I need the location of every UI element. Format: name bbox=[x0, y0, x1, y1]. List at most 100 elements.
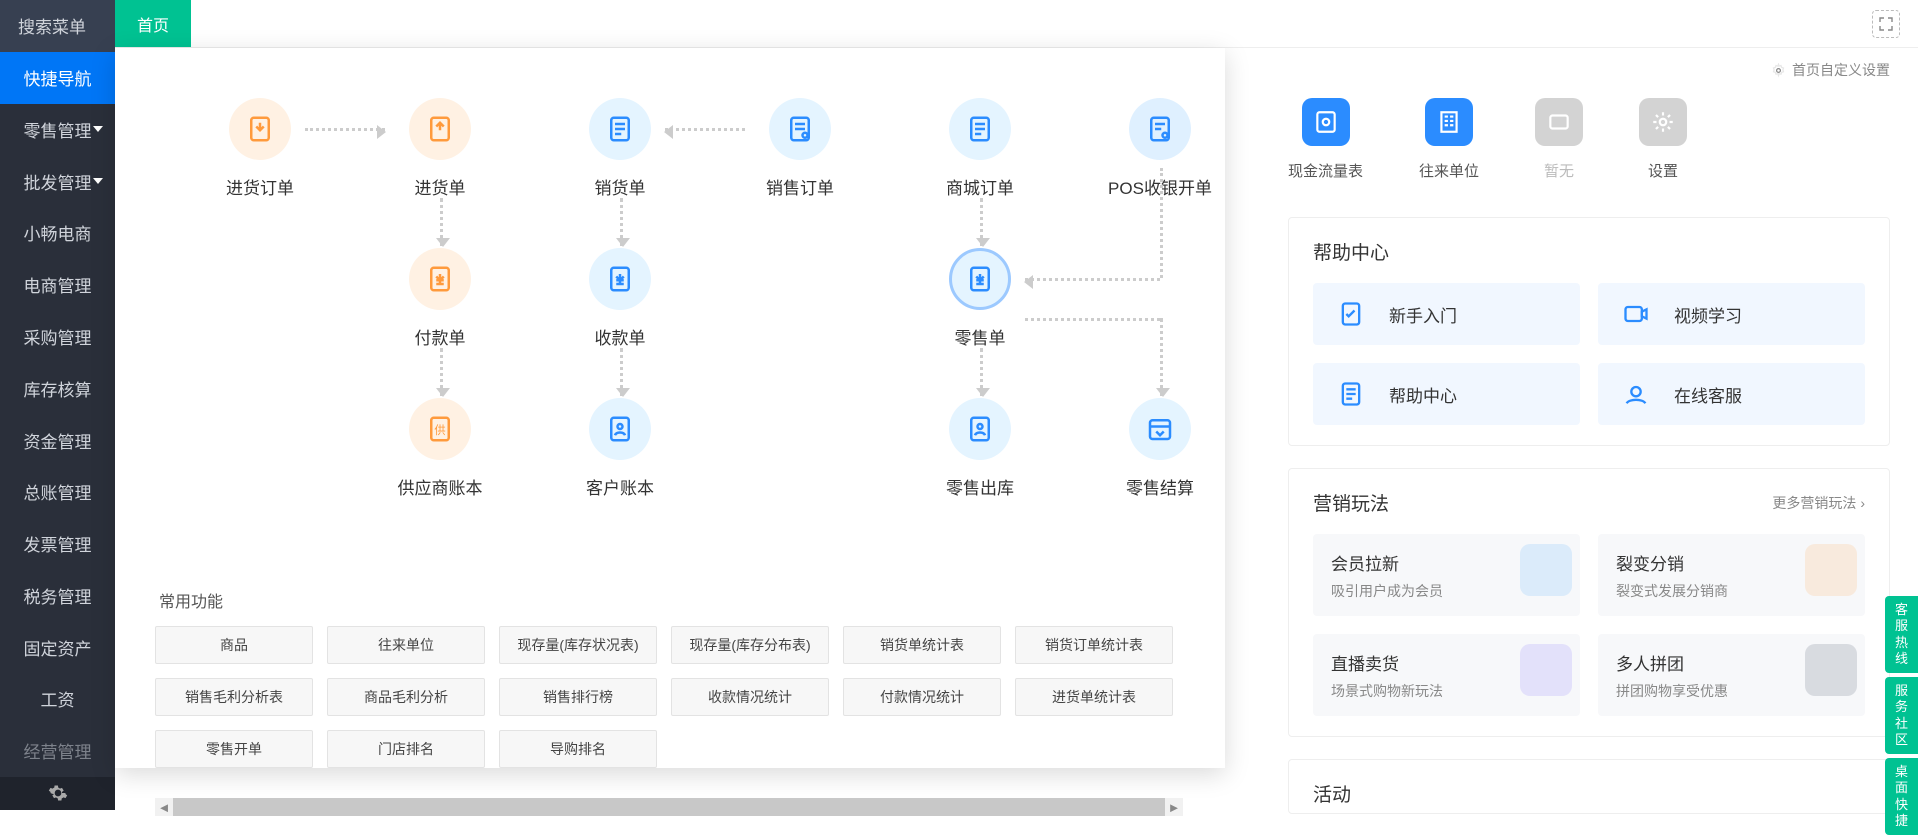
fn-btn[interactable]: 销货单统计表 bbox=[843, 626, 1001, 664]
tag-community[interactable]: 服务社区 bbox=[1885, 677, 1918, 754]
fn-btn[interactable]: 付款情况统计 bbox=[843, 678, 1001, 716]
sidebar-item-invoice[interactable]: 发票管理 bbox=[0, 518, 115, 570]
list-icon bbox=[965, 114, 995, 144]
flow-customer-ledger[interactable]: 客户账本 bbox=[535, 398, 705, 499]
quicknav-flyout: 进货订单 进货单 销货单 销售订单 商城订单 POS收银开单 付款单 收款单 bbox=[115, 48, 1225, 768]
headset-icon bbox=[1622, 380, 1650, 408]
marketing-panel: 营销玩法 更多营销玩法 › 会员拉新 吸引用户成为会员 裂变分销 裂变式发展分销… bbox=[1288, 468, 1890, 737]
flow-purchase-order[interactable]: 进货订单 bbox=[175, 98, 345, 199]
arrow bbox=[1025, 278, 1160, 281]
sidebar-label: 电商管理 bbox=[24, 272, 92, 297]
shortcut-cashflow[interactable]: 现金流量表 bbox=[1288, 98, 1363, 181]
sidebar-item-tax[interactable]: 税务管理 bbox=[0, 569, 115, 621]
scroll-thumb[interactable] bbox=[173, 798, 1165, 816]
sidebar-item-ecommerce[interactable]: 电商管理 bbox=[0, 259, 115, 311]
ghost-icon bbox=[1520, 544, 1572, 596]
fn-btn[interactable]: 往来单位 bbox=[327, 626, 485, 664]
help-center[interactable]: 帮助中心 bbox=[1313, 363, 1580, 425]
arrow bbox=[980, 348, 983, 396]
common-functions-title: 常用功能 bbox=[159, 588, 1205, 612]
sidebar-search[interactable]: 搜索菜单 bbox=[0, 0, 115, 52]
flow-retail-settle[interactable]: 零售结算 bbox=[1075, 398, 1245, 499]
flow-sales-order[interactable]: 销售订单 bbox=[715, 98, 885, 199]
mkt-live[interactable]: 直播卖货 场景式购物新玩法 bbox=[1313, 634, 1580, 716]
fn-btn[interactable]: 销货订单统计表 bbox=[1015, 626, 1173, 664]
fn-btn[interactable]: 销售毛利分析表 bbox=[155, 678, 313, 716]
shortcut-partner[interactable]: 往来单位 bbox=[1419, 98, 1479, 181]
home-customize-link[interactable]: 首页自定义设置 bbox=[1288, 60, 1890, 80]
flow-label: 商城订单 bbox=[895, 174, 1065, 199]
sidebar-item-ledger[interactable]: 总账管理 bbox=[0, 466, 115, 518]
fn-btn[interactable]: 商品毛利分析 bbox=[327, 678, 485, 716]
topbar: 首页 bbox=[115, 0, 1918, 48]
money-icon bbox=[425, 264, 455, 294]
mkt-fission[interactable]: 裂变分销 裂变式发展分销商 bbox=[1598, 534, 1865, 616]
sidebar-item-retail[interactable]: 零售管理 bbox=[0, 104, 115, 156]
help-support[interactable]: 在线客服 bbox=[1598, 363, 1865, 425]
person-icon bbox=[605, 414, 635, 444]
flow-label: 销售订单 bbox=[715, 174, 885, 199]
sidebar-item-quicknav[interactable]: 快捷导航 bbox=[0, 52, 115, 104]
fn-btn[interactable]: 现存量(库存分布表) bbox=[671, 626, 829, 664]
sidebar-search-label: 搜索菜单 bbox=[18, 13, 86, 38]
gear-icon bbox=[48, 783, 68, 803]
shortcut-settings[interactable]: 设置 bbox=[1639, 98, 1687, 181]
fn-btn[interactable]: 导购排名 bbox=[499, 730, 657, 768]
sidebar-label: 工资 bbox=[41, 686, 75, 711]
sidebar-item-inventory[interactable]: 库存核算 bbox=[0, 362, 115, 414]
fn-btn[interactable]: 现存量(库存状况表) bbox=[499, 626, 657, 664]
help-video[interactable]: 视频学习 bbox=[1598, 283, 1865, 345]
shortcut-label: 设置 bbox=[1648, 160, 1678, 181]
fullscreen-button[interactable] bbox=[1872, 10, 1900, 38]
list-icon bbox=[605, 114, 635, 144]
flow-payment[interactable]: 付款单 bbox=[355, 248, 525, 349]
marketing-more-link[interactable]: 更多营销玩法 › bbox=[1772, 493, 1865, 513]
shortcut-label: 现金流量表 bbox=[1288, 160, 1363, 181]
fn-btn[interactable]: 收款情况统计 bbox=[671, 678, 829, 716]
fn-btn[interactable]: 进货单统计表 bbox=[1015, 678, 1173, 716]
tag-hotline[interactable]: 客服热线 bbox=[1885, 596, 1918, 673]
arrow bbox=[980, 198, 983, 246]
sidebar-label: 采购管理 bbox=[24, 324, 92, 349]
flow-receipt[interactable]: 收款单 bbox=[535, 248, 705, 349]
sidebar-item-wholesale[interactable]: 批发管理 bbox=[0, 155, 115, 207]
tab-home[interactable]: 首页 bbox=[115, 0, 191, 47]
sidebar-item-salary[interactable]: 工资 bbox=[0, 673, 115, 725]
flow-purchase-receipt[interactable]: 进货单 bbox=[355, 98, 525, 199]
fn-btn[interactable]: 门店排名 bbox=[327, 730, 485, 768]
scroll-left-icon[interactable]: ◄ bbox=[155, 798, 173, 816]
flow-retail-outbound[interactable]: 零售出库 bbox=[895, 398, 1065, 499]
fn-btn[interactable]: 商品 bbox=[155, 626, 313, 664]
flow-sales-receipt[interactable]: 销货单 bbox=[535, 98, 705, 199]
scroll-track[interactable] bbox=[173, 798, 1165, 816]
flow-retail-order[interactable]: 零售单 bbox=[895, 248, 1065, 349]
fn-btn[interactable]: 销售排行榜 bbox=[499, 678, 657, 716]
sidebar-item-asset[interactable]: 固定资产 bbox=[0, 621, 115, 673]
flow-label: 零售出库 bbox=[895, 474, 1065, 499]
sidebar-label: 总账管理 bbox=[24, 479, 92, 504]
fn-btn[interactable]: 零售开单 bbox=[155, 730, 313, 768]
mkt-member[interactable]: 会员拉新 吸引用户成为会员 bbox=[1313, 534, 1580, 616]
help-newbie[interactable]: 新手入门 bbox=[1313, 283, 1580, 345]
flow-mall-order[interactable]: 商城订单 bbox=[895, 98, 1065, 199]
sidebar-item-xiaochang[interactable]: 小畅电商 bbox=[0, 207, 115, 259]
flow-label: 收款单 bbox=[535, 324, 705, 349]
ledger-icon: 供 bbox=[425, 414, 455, 444]
common-functions-grid: 商品 往来单位 现存量(库存状况表) 现存量(库存分布表) 销货单统计表 销货订… bbox=[155, 626, 1205, 768]
sidebar-item-funds[interactable]: 资金管理 bbox=[0, 414, 115, 466]
report-icon bbox=[1313, 109, 1339, 135]
mkt-group[interactable]: 多人拼团 拼团购物享受优惠 bbox=[1598, 634, 1865, 716]
money-icon bbox=[605, 264, 635, 294]
sidebar-item-purchase[interactable]: 采购管理 bbox=[0, 311, 115, 363]
sidebar-item-ops[interactable]: 经营管理 bbox=[0, 725, 115, 777]
scroll-right-icon[interactable]: ► bbox=[1165, 798, 1183, 816]
flow-supplier-ledger[interactable]: 供 供应商账本 bbox=[355, 398, 525, 499]
shortcut-empty[interactable]: 暂无 bbox=[1535, 98, 1583, 181]
horizontal-scrollbar[interactable]: ◄ ► bbox=[155, 798, 1183, 816]
float-tags: 客服热线 服务社区 桌面快捷 bbox=[1885, 596, 1918, 835]
sidebar-settings[interactable] bbox=[0, 777, 115, 810]
activity-title: 活动 bbox=[1313, 780, 1865, 807]
home-right-column: 首页自定义设置 现金流量表 往来单位 暂无 设置 帮助中心 新手入门 bbox=[1268, 60, 1918, 836]
activity-panel: 活动 bbox=[1288, 759, 1890, 814]
svg-text:供: 供 bbox=[434, 423, 445, 437]
